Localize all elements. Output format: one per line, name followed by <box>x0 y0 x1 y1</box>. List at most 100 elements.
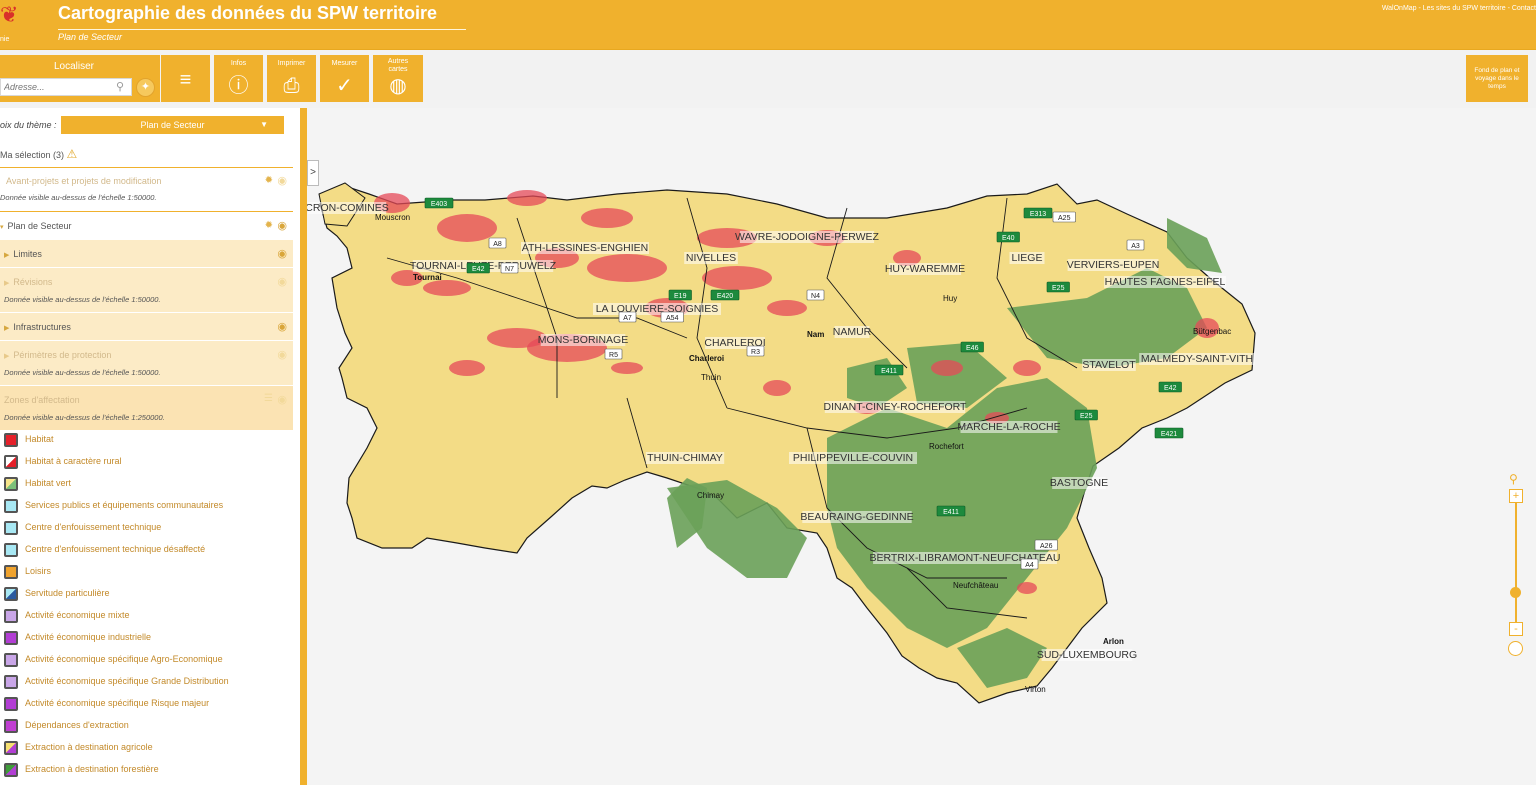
app-subtitle: Plan de Secteur <box>58 32 123 42</box>
legend-item: Habitat <box>4 432 294 454</box>
wallonia-map[interactable]: CRON-COMINESATH-LESSINES-ENGHIENWAVRE-JO… <box>307 108 1536 785</box>
legend-label: Activité économique spécifique Grande Di… <box>25 676 229 686</box>
map-view[interactable]: CRON-COMINES ATH-LESSINES-ENGHIEN WAVRE-JO… <box>307 108 1536 785</box>
road-label: E403 <box>431 201 447 208</box>
legend-item: Activité économique spécifique Agro-Econ… <box>4 652 294 674</box>
city-label: Thuin <box>701 373 721 382</box>
fond-de-plan-button[interactable]: Fond de plan et voyage dans le temps <box>1466 55 1528 102</box>
road-label: E420 <box>717 293 733 300</box>
region-label: NIVELLES <box>686 252 736 264</box>
app-title: Cartographie des données du SPW territoi… <box>58 3 438 23</box>
habitat-cluster <box>449 360 485 376</box>
eye-icon[interactable]: ◉ <box>277 174 287 187</box>
infos-button[interactable]: Infos ⓘ <box>214 55 263 102</box>
caret-right-icon: ▶ <box>4 353 10 360</box>
city-label: Bütgenbac <box>1193 327 1231 336</box>
title-divider <box>58 29 466 30</box>
legend-item: Services publics et équipements communau… <box>4 498 294 520</box>
legend-label: Activité économique mixte <box>25 610 130 620</box>
layer-label: Limites <box>13 249 42 259</box>
habitat-cluster <box>587 254 667 282</box>
legend-swatch <box>4 609 18 623</box>
legend-item: Extraction à destination agricole <box>4 740 294 762</box>
layer-plan-secteur[interactable]: ▾ Plan de Secteur ✹ ◉ <box>0 216 293 238</box>
measure-icon: ✓ <box>336 75 353 97</box>
zoom-in-button[interactable]: + <box>1509 489 1523 503</box>
road-label: A4 <box>1025 562 1034 569</box>
habitat-cluster <box>702 266 772 290</box>
zoom-slider-knob[interactable] <box>1510 587 1521 598</box>
legend-item: Activité économique spécifique Risque ma… <box>4 696 294 718</box>
imprimer-button[interactable]: Imprimer ⎙ <box>267 55 316 102</box>
globe-icon: ◍ <box>389 75 407 97</box>
eye-icon[interactable]: ◉ <box>277 348 287 361</box>
eye-icon[interactable]: ◉ <box>277 393 287 406</box>
geolocate-button[interactable]: ✦ <box>136 78 155 97</box>
layer-revisions[interactable]: ▶ Révisions ◉ Donnée visible au-dessus de… <box>0 268 293 312</box>
layer-avant-projets[interactable]: Avant-projets et projets de modification… <box>0 170 293 210</box>
zoom-slider[interactable] <box>1515 502 1517 622</box>
legend-item: Centre d'enfouissement technique désaffe… <box>4 542 294 564</box>
mesurer-button[interactable]: Mesurer ✓ <box>320 55 369 102</box>
region-label: HAUTES FAGNES-EIFEL <box>1105 276 1226 288</box>
legend-label: Extraction à destination agricole <box>25 742 153 752</box>
legend-swatch <box>4 433 18 447</box>
road-label: E42 <box>1164 385 1177 392</box>
gear-icon[interactable]: ✹ <box>265 175 273 186</box>
layer-zones-affectation[interactable]: Zones d'affectation ☰ ◉ Donnée visible a… <box>0 386 293 430</box>
theme-label: oix du thème : <box>0 120 57 130</box>
layer-limites[interactable]: ▶ Limites ◉ <box>0 240 293 267</box>
road-label: A3 <box>1131 243 1140 250</box>
layer-label: Infrastructures <box>13 322 71 332</box>
legend-item: Habitat à caractère rural <box>4 454 294 476</box>
legend-item: Dépendances d'extraction <box>4 718 294 740</box>
search-icon[interactable]: ⚲ <box>116 80 124 93</box>
habitat-cluster <box>437 214 497 242</box>
zoom-out-button[interactable]: - <box>1509 622 1523 636</box>
search-icon[interactable]: ⚲ <box>1509 472 1518 486</box>
gear-icon[interactable]: ✹ <box>265 220 273 231</box>
region-label: ATH-LESSINES-ENGHIEN <box>522 242 648 254</box>
habitat-cluster <box>507 190 547 206</box>
layer-perimetres[interactable]: ▶ Périmètres de protection ◉ Donnée visib… <box>0 341 293 385</box>
panel-scrollbar[interactable] <box>300 108 307 785</box>
layer-infrastructures[interactable]: ▶ Infrastructures ◉ <box>0 313 293 340</box>
printer-icon: ⎙ <box>283 75 300 97</box>
home-icon[interactable] <box>1508 641 1523 656</box>
warning-icon: ⚠ <box>66 147 78 161</box>
road-label: E42 <box>472 266 485 273</box>
legend-swatch <box>4 477 18 491</box>
road-label: A54 <box>666 315 679 322</box>
region-label: PHILIPPEVILLE-COUVIN <box>793 452 913 464</box>
panel-toggle-button[interactable]: > <box>307 160 319 186</box>
eye-icon[interactable]: ◉ <box>277 275 287 288</box>
road-label: E46 <box>966 345 979 352</box>
legend-label: Loisirs <box>25 566 52 576</box>
legend-item: Servitude particulière <box>4 586 294 608</box>
eye-icon[interactable]: ◉ <box>277 320 287 333</box>
theme-select[interactable]: Plan de Secteur ▼ <box>61 116 284 134</box>
legend-label: Habitat vert <box>25 478 72 488</box>
scale-note: Donnée visible au-dessus de l'échelle 1:… <box>4 413 165 422</box>
road-label: E313 <box>1030 211 1046 218</box>
habitat-cluster <box>763 380 791 396</box>
legend-item: Activité économique mixte <box>4 608 294 630</box>
legend-label: Habitat à caractère rural <box>25 456 122 466</box>
layer-label: Zones d'affectation <box>4 395 80 405</box>
selection-header[interactable]: Ma sélection (3) ⚠ <box>0 147 77 161</box>
imprimer-label: Imprimer <box>277 60 306 67</box>
legend-item: Activité économique spécifique Grande Di… <box>4 674 294 696</box>
top-links[interactable]: WalOnMap - Les sites du SPW territoire -… <box>1382 5 1536 12</box>
autres-cartes-button[interactable]: Autres cartes ◍ <box>373 55 423 102</box>
list-icon[interactable]: ☰ <box>264 393 273 404</box>
menu-button[interactable]: ≡ <box>161 55 210 102</box>
eye-icon[interactable]: ◉ <box>277 247 287 260</box>
road-label: R5 <box>609 352 618 359</box>
divider <box>0 211 293 212</box>
eye-icon[interactable]: ◉ <box>277 219 287 232</box>
city-label: Neufchâteau <box>953 581 998 590</box>
address-input[interactable] <box>0 78 132 96</box>
legend-swatch <box>4 653 18 667</box>
legend-swatch <box>4 631 18 645</box>
infos-label: Infos <box>230 60 247 67</box>
